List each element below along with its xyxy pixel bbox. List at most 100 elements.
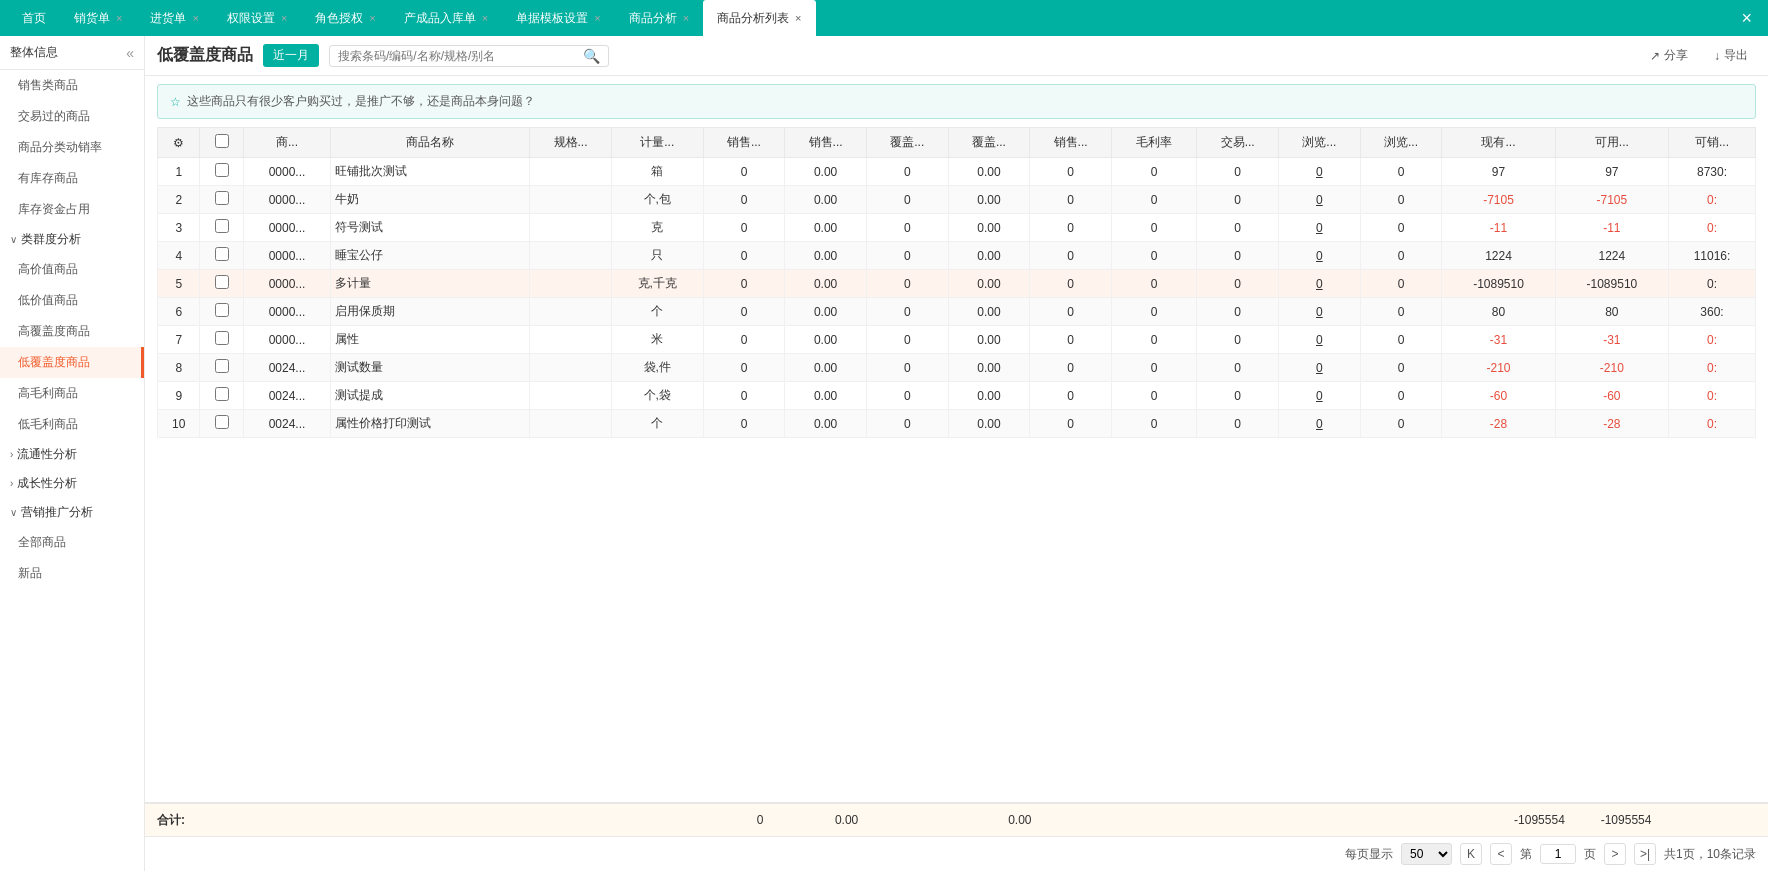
cell-browse1[interactable]: 0: [1279, 242, 1361, 270]
page-size-select[interactable]: 50 100 200: [1401, 843, 1452, 865]
cell-gross-rate: 0: [1111, 214, 1196, 242]
sidebar-item-all-goods[interactable]: 全部商品: [0, 527, 144, 558]
table-row[interactable]: 4 0000... 睡宝公仔 只 0 0.00 0 0.00 0 0 0 0 0…: [158, 242, 1756, 270]
cell-checkbox[interactable]: [200, 186, 244, 214]
cell-checkbox[interactable]: [200, 270, 244, 298]
sidebar-section-cluster[interactable]: ∨ 类群度分析: [0, 225, 144, 254]
sidebar-item-high-value[interactable]: 高价值商品: [0, 254, 144, 285]
sidebar-item-low-coverage[interactable]: 低覆盖度商品: [0, 347, 144, 378]
cell-cover2: 0.00: [948, 242, 1030, 270]
cell-code: 0000...: [244, 270, 331, 298]
close-icon[interactable]: ×: [192, 12, 198, 24]
cell-cover1: 0: [866, 382, 948, 410]
close-icon[interactable]: ×: [281, 12, 287, 24]
table-row[interactable]: 6 0000... 启用保质期 个 0 0.00 0 0.00 0 0 0 0 …: [158, 298, 1756, 326]
select-all-checkbox[interactable]: [215, 134, 229, 148]
sidebar-item-category-sales-rate[interactable]: 商品分类动销率: [0, 132, 144, 163]
close-icon[interactable]: ×: [594, 12, 600, 24]
nav-sales-order[interactable]: 销货单 ×: [60, 0, 136, 36]
sidebar-item-traded-goods[interactable]: 交易过的商品: [0, 101, 144, 132]
sidebar-item-high-profit[interactable]: 高毛利商品: [0, 378, 144, 409]
nav-product-analysis-list[interactable]: 商品分析列表 ×: [703, 0, 815, 36]
cell-checkbox[interactable]: [200, 214, 244, 242]
th-current: 现有...: [1442, 128, 1555, 158]
nav-permission[interactable]: 权限设置 ×: [213, 0, 301, 36]
cell-checkbox[interactable]: [200, 298, 244, 326]
first-page-button[interactable]: K: [1460, 843, 1482, 865]
cell-browse1[interactable]: 0: [1279, 326, 1361, 354]
sidebar-collapse-icon[interactable]: «: [126, 45, 134, 61]
sidebar-section-growth[interactable]: › 成长性分析: [0, 469, 144, 498]
table-row[interactable]: 2 0000... 牛奶 个,包 0 0.00 0 0.00 0 0 0 0 0…: [158, 186, 1756, 214]
next-page-button[interactable]: >: [1604, 843, 1626, 865]
close-icon[interactable]: ×: [683, 12, 689, 24]
prev-page-button[interactable]: <: [1490, 843, 1512, 865]
cell-gross-rate: 0: [1111, 326, 1196, 354]
window-close-button[interactable]: ×: [1733, 8, 1760, 29]
sidebar-header[interactable]: 整体信息 «: [0, 36, 144, 70]
footer-sellable: [1669, 811, 1756, 829]
search-icon: 🔍: [583, 48, 600, 64]
sidebar-item-low-value[interactable]: 低价值商品: [0, 285, 144, 316]
table-row[interactable]: 9 0024... 测试提成 个,袋 0 0.00 0 0.00 0 0 0 0…: [158, 382, 1756, 410]
share-button[interactable]: ↗ 分享: [1642, 44, 1696, 67]
cell-checkbox[interactable]: [200, 242, 244, 270]
sidebar-item-sales-goods[interactable]: 销售类商品: [0, 70, 144, 101]
nav-home[interactable]: 首页: [8, 0, 60, 36]
export-button[interactable]: ↓ 导出: [1706, 44, 1756, 67]
cell-browse1[interactable]: 0: [1279, 354, 1361, 382]
cell-checkbox[interactable]: [200, 354, 244, 382]
table-row[interactable]: 10 0024... 属性价格打印测试 个 0 0.00 0 0.00 0 0 …: [158, 410, 1756, 438]
cell-current: -60: [1442, 382, 1555, 410]
cell-checkbox[interactable]: [200, 382, 244, 410]
cell-cover2: 0.00: [948, 382, 1030, 410]
sidebar-item-low-profit[interactable]: 低毛利商品: [0, 409, 144, 440]
nav-role-auth[interactable]: 角色授权 ×: [301, 0, 389, 36]
sidebar-item-in-stock-goods[interactable]: 有库存商品: [0, 163, 144, 194]
table-container[interactable]: ⚙ 商... 商品名称 规格... 计量... 销售... 销售... 覆盖..…: [145, 127, 1768, 802]
nav-product-warehouse[interactable]: 产成品入库单 ×: [390, 0, 502, 36]
cell-browse1[interactable]: 0: [1279, 214, 1361, 242]
cell-browse1[interactable]: 0: [1279, 270, 1361, 298]
cell-browse1[interactable]: 0: [1279, 298, 1361, 326]
close-icon[interactable]: ×: [482, 12, 488, 24]
sidebar-item-stock-capital[interactable]: 库存资金占用: [0, 194, 144, 225]
last-page-button[interactable]: >|: [1634, 843, 1656, 865]
cell-browse1[interactable]: 0: [1279, 410, 1361, 438]
current-page-input[interactable]: [1540, 844, 1576, 864]
sidebar-section-circulation[interactable]: › 流通性分析: [0, 440, 144, 469]
table-row[interactable]: 3 0000... 符号测试 克 0 0.00 0 0.00 0 0 0 0 0…: [158, 214, 1756, 242]
table-row[interactable]: 8 0024... 测试数量 袋,件 0 0.00 0 0.00 0 0 0 0…: [158, 354, 1756, 382]
cell-available: -60: [1555, 382, 1668, 410]
cell-browse1[interactable]: 0: [1279, 158, 1361, 186]
sidebar-item-high-coverage[interactable]: 高覆盖度商品: [0, 316, 144, 347]
cell-code: 0000...: [244, 242, 331, 270]
sidebar-section-marketing[interactable]: ∨ 营销推广分析: [0, 498, 144, 527]
cell-cover1: 0: [866, 186, 948, 214]
cell-checkbox[interactable]: [200, 158, 244, 186]
time-filter-button[interactable]: 近一月: [263, 44, 319, 67]
close-icon[interactable]: ×: [795, 12, 801, 24]
cell-current: -28: [1442, 410, 1555, 438]
table-row[interactable]: 5 0000... 多计量 克,千克 0 0.00 0 0.00 0 0 0 0…: [158, 270, 1756, 298]
close-icon[interactable]: ×: [116, 12, 122, 24]
table-row[interactable]: 7 0000... 属性 米 0 0.00 0 0.00 0 0 0 0 0 -…: [158, 326, 1756, 354]
search-input[interactable]: [338, 49, 583, 63]
cell-unit: 个,袋: [611, 382, 703, 410]
cell-available: -28: [1555, 410, 1668, 438]
sidebar-item-new-goods[interactable]: 新品: [0, 558, 144, 589]
cell-browse1[interactable]: 0: [1279, 186, 1361, 214]
table-row[interactable]: 1 0000... 旺铺批次测试 箱 0 0.00 0 0.00 0 0 0 0…: [158, 158, 1756, 186]
th-settings[interactable]: ⚙: [158, 128, 200, 158]
th-coverage1: 覆盖...: [866, 128, 948, 158]
nav-template-setting[interactable]: 单据模板设置 ×: [502, 0, 614, 36]
nav-purchase-order[interactable]: 进货单 ×: [136, 0, 212, 36]
th-checkbox[interactable]: [200, 128, 244, 158]
cell-cover1: 0: [866, 298, 948, 326]
close-icon[interactable]: ×: [369, 12, 375, 24]
cell-browse1[interactable]: 0: [1279, 382, 1361, 410]
nav-product-analysis[interactable]: 商品分析 ×: [615, 0, 703, 36]
cell-checkbox[interactable]: [200, 326, 244, 354]
cell-sellable: 0:: [1669, 270, 1756, 298]
cell-checkbox[interactable]: [200, 410, 244, 438]
